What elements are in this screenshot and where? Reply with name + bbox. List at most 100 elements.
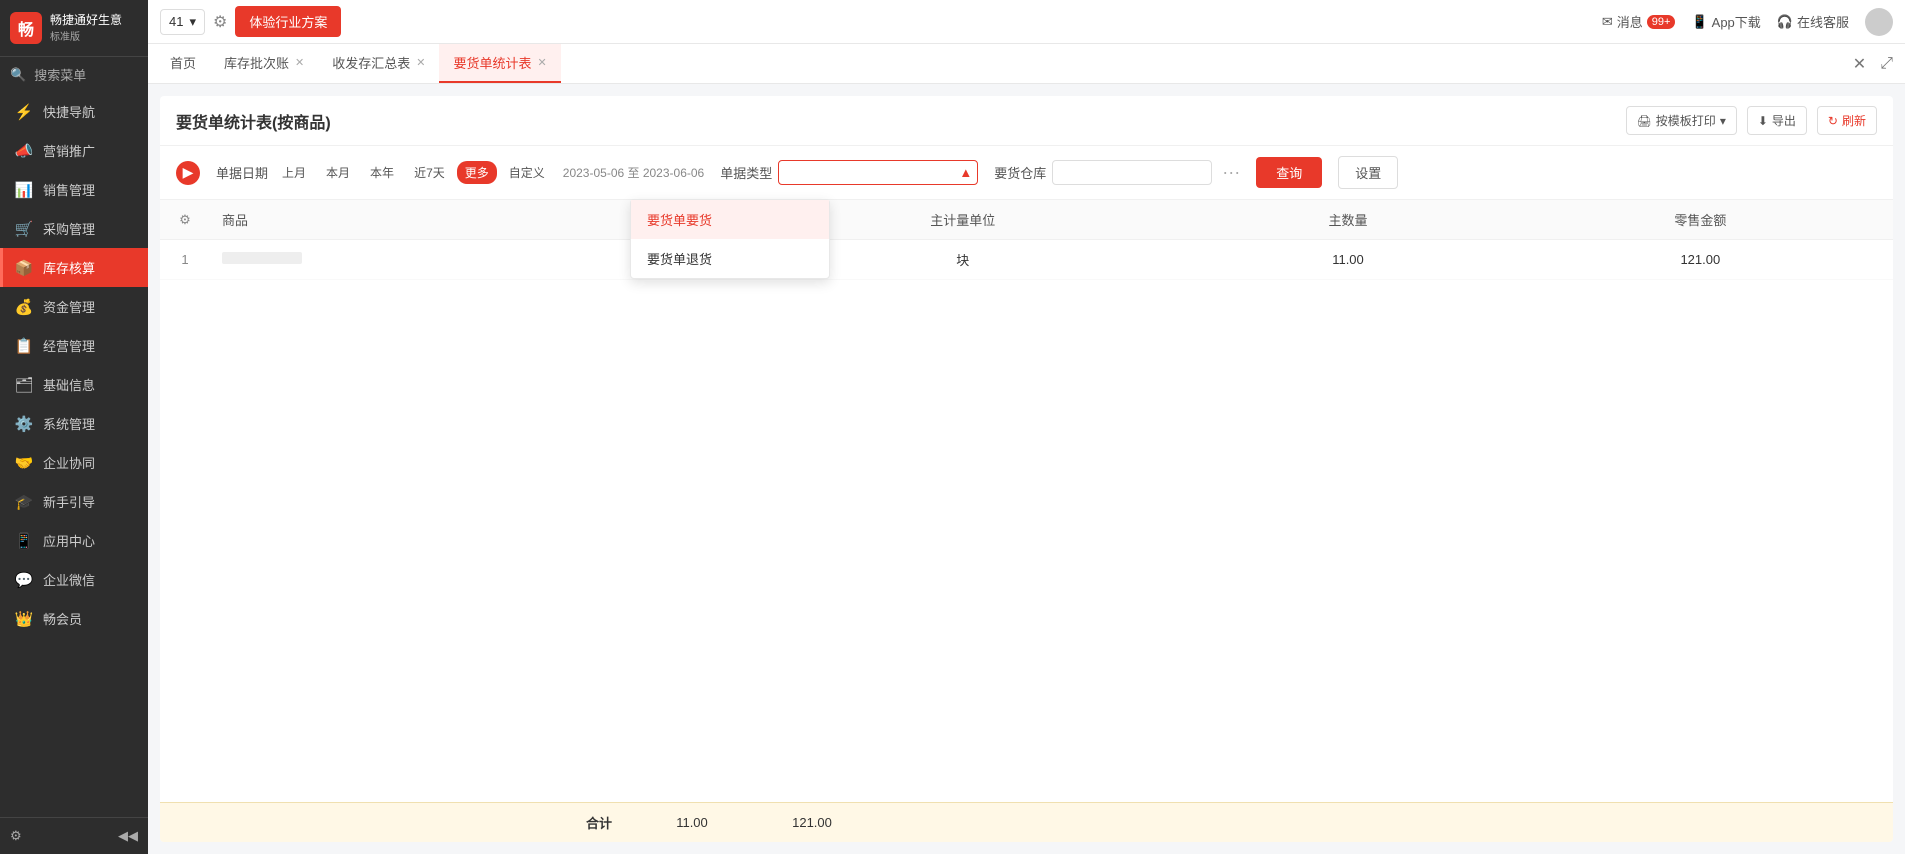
collapse-btn[interactable]: ◀◀	[118, 828, 138, 844]
dropdown-item-purchase-label: 要货单要货	[647, 213, 712, 228]
search-label: 搜索菜单	[34, 65, 86, 84]
btn-this-month[interactable]: 本月	[318, 161, 358, 184]
tab-inventory-batch[interactable]: 库存批次账 ✕	[210, 44, 318, 83]
export-btn[interactable]: ⬇ 导出	[1747, 106, 1807, 135]
app-center-icon: 📱	[13, 532, 35, 550]
date-range-text: 2023-05-06 至 2023-06-06	[563, 164, 704, 181]
btn-last-month[interactable]: 上月	[274, 161, 314, 184]
th-qty: 主数量	[1188, 200, 1507, 240]
tab-order-summary[interactable]: 要货单统计表 ✕	[439, 44, 560, 83]
refresh-btn[interactable]: ↻ 刷新	[1817, 106, 1877, 135]
export-label: 导出	[1772, 112, 1796, 129]
table-body: 1 块 11.00 121.00	[160, 240, 1893, 280]
dropdown-item-purchase[interactable]: 要货单要货	[631, 200, 829, 239]
sidebar-item-operation[interactable]: 📋 经营管理	[0, 326, 148, 365]
query-btn[interactable]: 查询	[1256, 157, 1322, 188]
topbar-settings-icon[interactable]: ⚙	[213, 12, 227, 32]
bill-type-dropdown: 要货单要货 要货单退货	[630, 199, 830, 279]
tab-recv-summary-close[interactable]: ✕	[416, 56, 425, 69]
tab-recv-summary[interactable]: 收发存汇总表 ✕	[318, 44, 439, 83]
bill-type-input[interactable]	[778, 160, 978, 185]
settings-btn[interactable]: 设置	[1338, 156, 1398, 189]
sidebar-item-quick-nav[interactable]: ⚡ 快捷导航	[0, 92, 148, 131]
sidebar-item-label: 畅会员	[43, 609, 82, 628]
sidebar-item-system[interactable]: ⚙️ 系统管理	[0, 404, 148, 443]
dropdown-item-return-label: 要货单退货	[647, 252, 712, 267]
tab-home[interactable]: 首页	[156, 44, 210, 83]
operation-icon: 📋	[13, 337, 35, 355]
sidebar-item-purchase[interactable]: 🛒 采购管理	[0, 209, 148, 248]
sidebar-item-wechat[interactable]: 💬 企业微信	[0, 560, 148, 599]
quick-nav-icon: ⚡	[13, 103, 35, 121]
data-table: ⚙ 商品 主计量单位 主数量 零售金额 1	[160, 200, 1893, 280]
btn-this-year[interactable]: 本年	[362, 161, 402, 184]
warehouse-filter-group: 要货仓库 ···	[994, 160, 1240, 185]
search-menu[interactable]: 🔍 搜索菜单	[0, 57, 148, 92]
warehouse-label: 要货仓库	[994, 163, 1046, 182]
sidebar: 畅 畅捷通好生意 标准版 🔍 搜索菜单 ⚡ 快捷导航 📣 营销推广 📊 销售管理…	[0, 0, 148, 854]
finance-icon: 💰	[13, 298, 35, 316]
sidebar-item-label: 采购管理	[43, 219, 95, 238]
bill-type-arrow-icon[interactable]: ▲	[959, 165, 972, 180]
column-settings-icon[interactable]: ⚙	[179, 212, 191, 227]
online-service-label: 在线客服	[1797, 12, 1849, 31]
sidebar-item-app-center[interactable]: 📱 应用中心	[0, 521, 148, 560]
print-dropdown-icon: ▾	[1720, 114, 1726, 128]
print-btn[interactable]: 🖨 按模板打印 ▾	[1626, 106, 1737, 135]
sidebar-item-label: 系统管理	[43, 414, 95, 433]
content-area: 要货单统计表(按商品) 🖨 按模板打印 ▾ ⬇ 导出 ↻ 刷新	[148, 84, 1905, 854]
btn-more-dates[interactable]: 更多	[457, 161, 497, 184]
table-footer: 合计 11.00 121.00	[160, 802, 1893, 842]
sidebar-item-label: 应用中心	[43, 531, 95, 550]
btn-7days[interactable]: 近7天	[406, 161, 453, 184]
sidebar-item-label: 新手引导	[43, 492, 95, 511]
main-area: 41 ▾ ⚙ 体验行业方案 ✉ 消息 99+ 📱 App下载 🎧 在线客服	[148, 0, 1905, 854]
online-service-item[interactable]: 🎧 在线客服	[1777, 12, 1849, 31]
trial-btn[interactable]: 体验行业方案	[235, 6, 341, 37]
sidebar-item-label: 销售管理	[43, 180, 95, 199]
warehouse-input[interactable]	[1052, 160, 1212, 185]
sidebar-item-enterprise[interactable]: 🤝 企业协同	[0, 443, 148, 482]
guide-icon: 🎓	[13, 493, 35, 511]
settings-icon[interactable]: ⚙	[10, 828, 22, 844]
filter-more-icon[interactable]: ···	[1222, 162, 1240, 183]
export-icon: ⬇	[1758, 114, 1768, 128]
sidebar-item-guide[interactable]: 🎓 新手引导	[0, 482, 148, 521]
refresh-icon: ↻	[1828, 114, 1838, 128]
wechat-icon: 💬	[13, 571, 35, 589]
sidebar-item-label: 基础信息	[43, 375, 95, 394]
print-icon: 🖨	[1637, 114, 1652, 128]
logo-sub: 标准版	[50, 28, 122, 43]
tab-expand-icon[interactable]: ⤢	[1876, 55, 1897, 73]
bill-type-label: 单据类型	[720, 163, 772, 182]
store-dropdown-icon: ▾	[189, 14, 196, 30]
bill-type-select: ▲	[778, 160, 978, 185]
sidebar-item-label: 快捷导航	[43, 102, 95, 121]
store-selector[interactable]: 41 ▾	[160, 9, 205, 35]
sidebar-item-base[interactable]: 🗂 基础信息	[0, 365, 148, 404]
base-icon: 🗂	[13, 376, 35, 394]
tab-order-summary-label: 要货单统计表	[453, 53, 531, 72]
sidebar-item-inventory[interactable]: 📦 库存核算	[0, 248, 148, 287]
dropdown-item-return[interactable]: 要货单退货	[631, 239, 829, 278]
app-download-icon: 📱	[1691, 14, 1707, 30]
sidebar-item-sales[interactable]: 📊 销售管理	[0, 170, 148, 209]
sidebar-item-member[interactable]: 👑 畅会员	[0, 599, 148, 638]
product-placeholder	[222, 252, 302, 264]
filter-bar: ▶ 单据日期 上月 本月 本年 近7天 更多 自定义 2023-05-06 至 …	[160, 146, 1893, 200]
tab-inventory-batch-label: 库存批次账	[224, 53, 289, 72]
sidebar-item-finance[interactable]: 💰 资金管理	[0, 287, 148, 326]
app-download-item[interactable]: 📱 App下载	[1691, 12, 1760, 31]
member-icon: 👑	[13, 610, 35, 628]
filter-expand-btn[interactable]: ▶	[176, 161, 200, 185]
search-icon: 🔍	[10, 67, 26, 83]
tab-inventory-batch-close[interactable]: ✕	[295, 56, 304, 69]
sidebar-logo: 畅 畅捷通好生意 标准版	[0, 0, 148, 57]
tab-order-summary-close[interactable]: ✕	[538, 56, 547, 69]
tab-close-all-icon[interactable]: ✕	[1849, 54, 1870, 74]
user-avatar[interactable]	[1865, 8, 1893, 36]
btn-custom[interactable]: 自定义	[501, 161, 553, 184]
sidebar-item-marketing[interactable]: 📣 营销推广	[0, 131, 148, 170]
message-item[interactable]: ✉ 消息 99+	[1602, 12, 1676, 31]
store-name: 41	[169, 14, 183, 29]
